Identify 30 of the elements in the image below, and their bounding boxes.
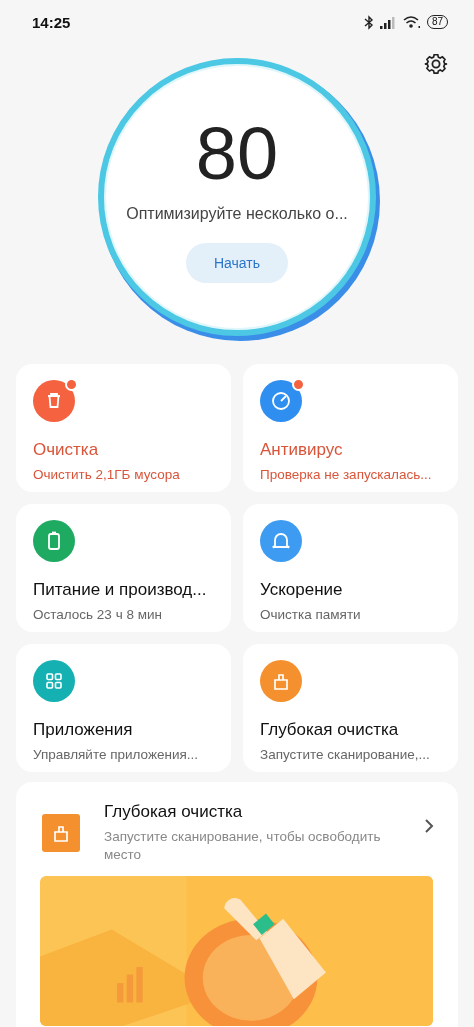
chevron-right-icon bbox=[424, 818, 434, 834]
start-button[interactable]: Начать bbox=[185, 243, 289, 283]
feature-card[interactable]: Приложения Управляйте приложения... bbox=[16, 644, 231, 772]
card-subtitle: Очистить 2,1ГБ мусора bbox=[33, 467, 180, 482]
card-subtitle: Запустите сканирование,... bbox=[260, 747, 430, 762]
card-title: Антивирус bbox=[260, 440, 343, 460]
feature-card[interactable]: Антивирус Проверка не запускалась... bbox=[243, 364, 458, 492]
wifi-icon bbox=[402, 15, 421, 29]
card-subtitle: Запустите сканирование, чтобы освободить место bbox=[104, 828, 382, 864]
card-subtitle: Осталось 23 ч 8 мин bbox=[33, 607, 162, 622]
card-title: Очистка bbox=[33, 440, 99, 460]
signal-icon bbox=[379, 15, 397, 29]
card-title: Ускорение bbox=[260, 580, 343, 600]
feature-card[interactable]: Питание и производ... Осталось 23 ч 8 мин bbox=[16, 504, 231, 632]
score-message: Оптимизируйте несколько о... bbox=[126, 205, 348, 223]
settings-icon[interactable] bbox=[424, 52, 448, 76]
card-title: Приложения bbox=[33, 720, 133, 740]
card-title: Глубокая очистка bbox=[104, 802, 244, 822]
card-title: Глубокая очистка bbox=[260, 720, 399, 740]
feature-card[interactable]: Ускорение Очистка памяти bbox=[243, 504, 458, 632]
feature-card[interactable]: Очистка Очистить 2,1ГБ мусора bbox=[16, 364, 231, 492]
card-subtitle: Очистка памяти bbox=[260, 607, 361, 622]
card-subtitle: Управляйте приложения... bbox=[33, 747, 199, 762]
score-value: 80 bbox=[195, 117, 279, 191]
promo-card[interactable]: Глубокая очистка Запустите сканирование, чтобы освободить место bbox=[16, 782, 458, 1027]
card-subtitle: Проверка не запускалась... bbox=[260, 467, 432, 482]
feature-card[interactable]: Глубокая очистка Запустите сканирование,... bbox=[243, 644, 458, 772]
bluetooth-icon bbox=[363, 14, 374, 30]
status-time: 14:25 bbox=[32, 13, 71, 31]
card-title: Питание и производ... bbox=[33, 580, 207, 600]
